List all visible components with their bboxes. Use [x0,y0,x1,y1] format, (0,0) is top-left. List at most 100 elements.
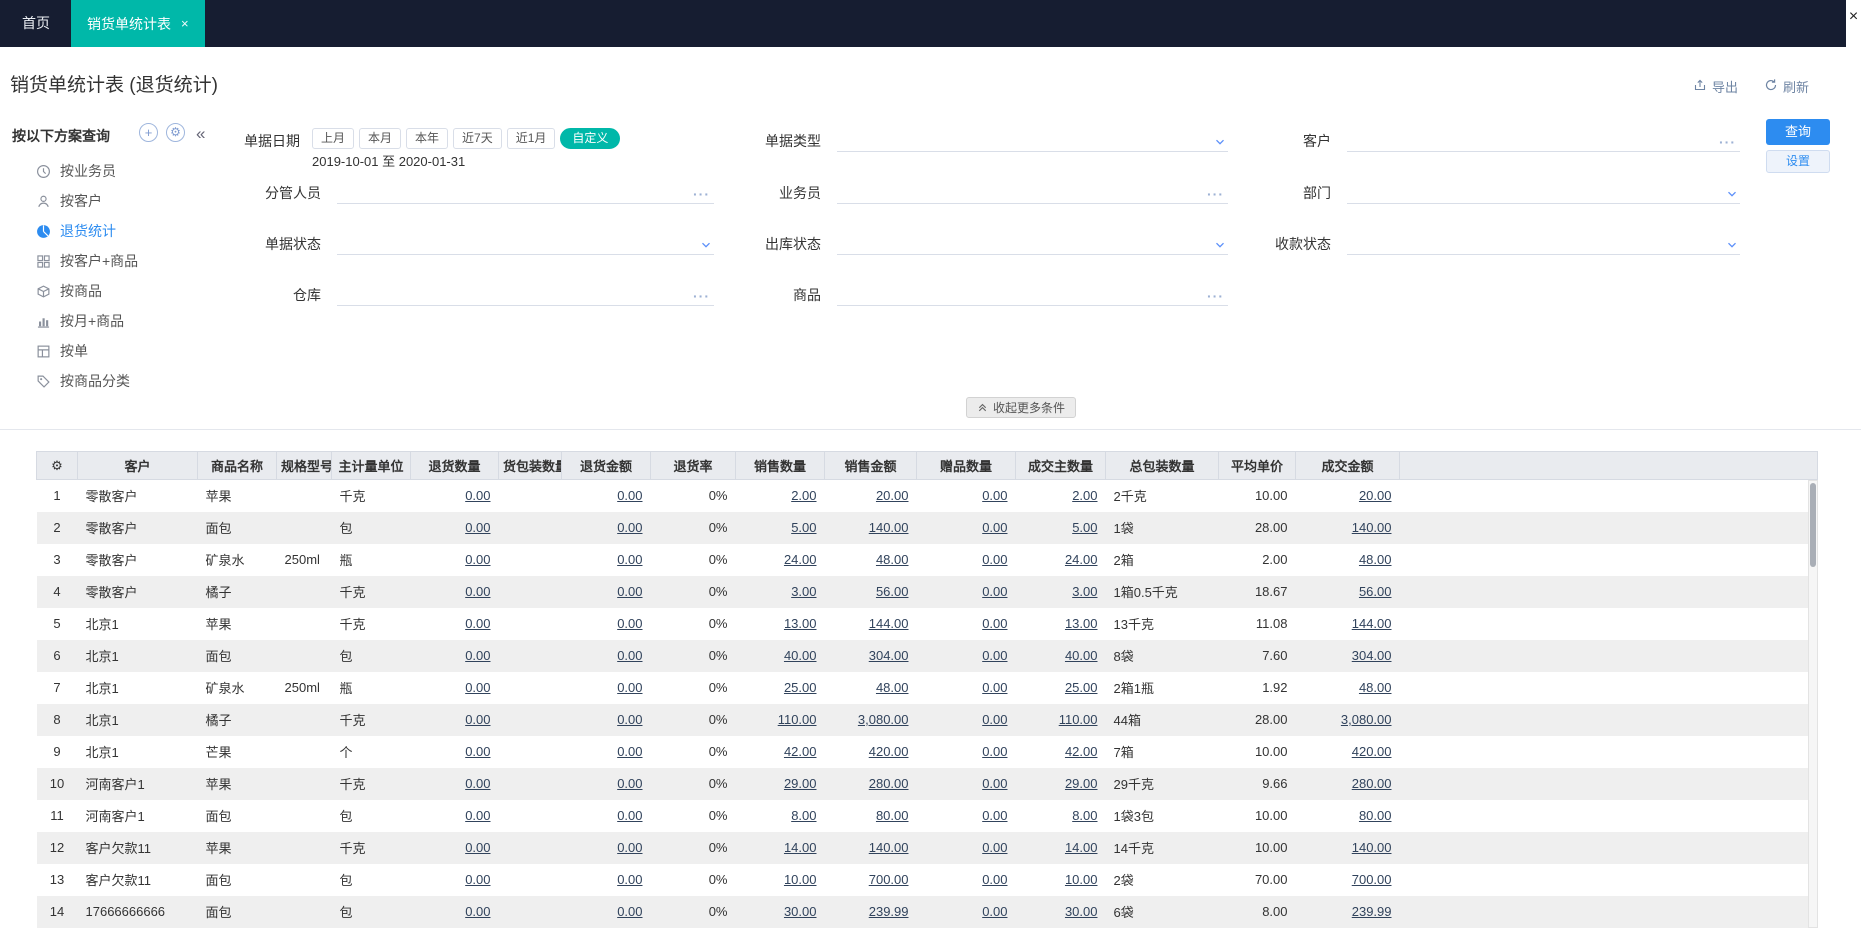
cell-value-link[interactable]: 3.00 [1072,584,1097,599]
column-header[interactable]: 赠品数量 [916,451,1016,480]
date-quick-last-7-days[interactable]: 近7天 [453,128,502,149]
column-header[interactable]: 成交金额 [1295,451,1400,480]
sidebar-item-by-product[interactable]: 按商品 [0,276,232,306]
cell-value-link[interactable]: 48.00 [1359,680,1392,695]
tab-home[interactable]: 首页 [0,0,72,47]
customer-picker[interactable]: ··· [1347,128,1740,152]
cell-value-link[interactable]: 3,080.00 [1341,712,1392,727]
collapse-more-conditions-button[interactable]: 收起更多条件 [966,397,1077,418]
cell-value-link[interactable]: 0.00 [982,648,1007,663]
table-row[interactable]: 8 北京1 橘子 千克 0.00 0.00 0% 110.00 3,080.00 0.00 110.… [36,703,1818,736]
column-header[interactable]: 退货率 [650,451,736,480]
scrollbar-thumb[interactable] [1810,483,1816,567]
table-row[interactable]: 6 北京1 面包 包 0.00 0.00 0% 40.00 304.00 0.00 40.00 8袋 7… [36,639,1818,672]
vertical-scrollbar[interactable] [1808,480,1818,928]
cell-value-link[interactable]: 0.00 [617,808,642,823]
cell-value-link[interactable]: 48.00 [876,680,909,695]
cell-value-link[interactable]: 10.00 [1065,872,1098,887]
cell-value-link[interactable]: 0.00 [465,488,490,503]
cell-value-link[interactable]: 20.00 [876,488,909,503]
cell-value-link[interactable]: 25.00 [784,680,817,695]
cell-value-link[interactable]: 0.00 [617,488,642,503]
cell-value-link[interactable]: 14.00 [1065,840,1098,855]
column-header[interactable]: 成交主数量 [1015,451,1106,480]
cell-value-link[interactable]: 0.00 [465,552,490,567]
cell-value-link[interactable]: 80.00 [1359,808,1392,823]
cell-value-link[interactable]: 0.00 [617,904,642,919]
column-header[interactable]: 退货金额 [561,451,651,480]
cell-value-link[interactable]: 700.00 [869,872,909,887]
table-row[interactable]: 5 北京1 苹果 千克 0.00 0.00 0% 13.00 144.00 0.00 13.00 13… [37,608,1818,640]
cell-value-link[interactable]: 0.00 [982,904,1007,919]
column-header[interactable]: 货包装数量 [498,451,562,480]
date-quick-last-1-month[interactable]: 近1月 [506,128,556,149]
cell-value-link[interactable]: 29.00 [784,776,817,791]
cell-value-link[interactable]: 0.00 [465,680,490,695]
cell-value-link[interactable]: 0.00 [982,616,1007,631]
cell-value-link[interactable]: 0.00 [465,584,490,599]
cell-value-link[interactable]: 0.00 [465,744,490,759]
cell-value-link[interactable]: 140.00 [869,840,909,855]
cell-value-link[interactable]: 14.00 [784,840,817,855]
cell-value-link[interactable]: 0.00 [465,520,490,535]
table-row[interactable]: 14 17666666666 面包 包 0.00 0.00 0% 30.00 239.99 0.0… [36,895,1818,928]
cell-value-link[interactable]: 5.00 [1072,520,1097,535]
cell-value-link[interactable]: 239.99 [1352,904,1392,919]
cell-value-link[interactable]: 42.00 [784,744,817,759]
cell-value-link[interactable]: 0.00 [465,808,490,823]
cell-value-link[interactable]: 20.00 [1359,488,1392,503]
cell-value-link[interactable]: 0.00 [982,488,1007,503]
table-row[interactable]: 11 河南客户1 面包 包 0.00 0.00 0% 8.00 80.00 0.00 8.00 1袋3… [37,800,1818,832]
cell-value-link[interactable]: 3.00 [791,584,816,599]
sidebar-item-by-salesman[interactable]: 按业务员 [0,156,232,186]
cell-value-link[interactable]: 42.00 [1065,744,1098,759]
cell-value-link[interactable]: 0.00 [617,680,642,695]
table-row[interactable]: 3 零散客户 矿泉水 250ml 瓶 0.00 0.00 0% 24.00 48.00 0.00 24… [37,544,1818,576]
cell-value-link[interactable]: 0.00 [982,744,1007,759]
table-row[interactable]: 7 北京1 矿泉水 250ml 瓶 0.00 0.00 0% 25.00 48.00 0.00 25.… [37,672,1818,704]
tab-close-icon[interactable]: × [181,16,189,31]
column-header[interactable]: 主计量单位 [331,451,411,480]
scheme-settings-gear-icon[interactable]: ⚙ [166,123,185,142]
table-row[interactable]: 13 客户欠款11 面包 包 0.00 0.00 0% 10.00 700.00 0.00 10.0… [37,864,1818,896]
window-close-icon[interactable]: × [1846,0,1861,47]
cell-value-link[interactable]: 0.00 [465,616,490,631]
doc-status-select[interactable] [337,231,714,255]
cell-value-link[interactable]: 0.00 [465,840,490,855]
cell-value-link[interactable]: 30.00 [784,904,817,919]
cell-value-link[interactable]: 0.00 [617,840,642,855]
column-header[interactable]: 规格型号 [276,451,332,480]
cell-value-link[interactable]: 0.00 [982,552,1007,567]
date-quick-this-month[interactable]: 本月 [359,128,402,149]
cell-value-link[interactable]: 0.00 [465,648,490,663]
cell-value-link[interactable]: 0.00 [982,872,1007,887]
table-column-settings-gear-icon[interactable]: ⚙ [36,451,78,480]
product-picker[interactable]: ··· [837,282,1228,306]
cell-value-link[interactable]: 110.00 [778,712,817,727]
cell-value-link[interactable]: 8.00 [791,808,816,823]
cell-value-link[interactable]: 0.00 [617,712,642,727]
cell-value-link[interactable]: 0.00 [617,872,642,887]
cell-value-link[interactable]: 3,080.00 [858,712,909,727]
cell-value-link[interactable]: 304.00 [869,648,909,663]
department-select[interactable] [1347,180,1740,204]
cell-value-link[interactable]: 2.00 [1072,488,1097,503]
sidebar-item-by-order[interactable]: 按单 [0,336,232,366]
cell-value-link[interactable]: 40.00 [1065,648,1098,663]
cell-value-link[interactable]: 5.00 [791,520,816,535]
cell-value-link[interactable]: 0.00 [982,808,1007,823]
cell-value-link[interactable]: 140.00 [1352,520,1392,535]
column-header[interactable]: 销售数量 [735,451,825,480]
cell-value-link[interactable]: 140.00 [1352,840,1392,855]
cell-value-link[interactable]: 24.00 [784,552,817,567]
date-custom-badge[interactable]: 自定义 [560,128,621,149]
sidebar-item-by-customer[interactable]: 按客户 [0,186,232,216]
sidebar-item-return-statistics[interactable]: 退货统计 [0,216,232,246]
cell-value-link[interactable]: 56.00 [1359,584,1392,599]
cell-value-link[interactable]: 0.00 [982,776,1007,791]
cell-value-link[interactable]: 48.00 [1359,552,1392,567]
table-row[interactable]: 12 客户欠款11 苹果 千克 0.00 0.00 0% 14.00 140.00 0.00 14.… [36,831,1818,864]
sidebar-item-customer-product[interactable]: 按客户+商品 [0,246,232,276]
cell-value-link[interactable]: 420.00 [1352,744,1392,759]
date-quick-last-month[interactable]: 上月 [312,128,355,149]
